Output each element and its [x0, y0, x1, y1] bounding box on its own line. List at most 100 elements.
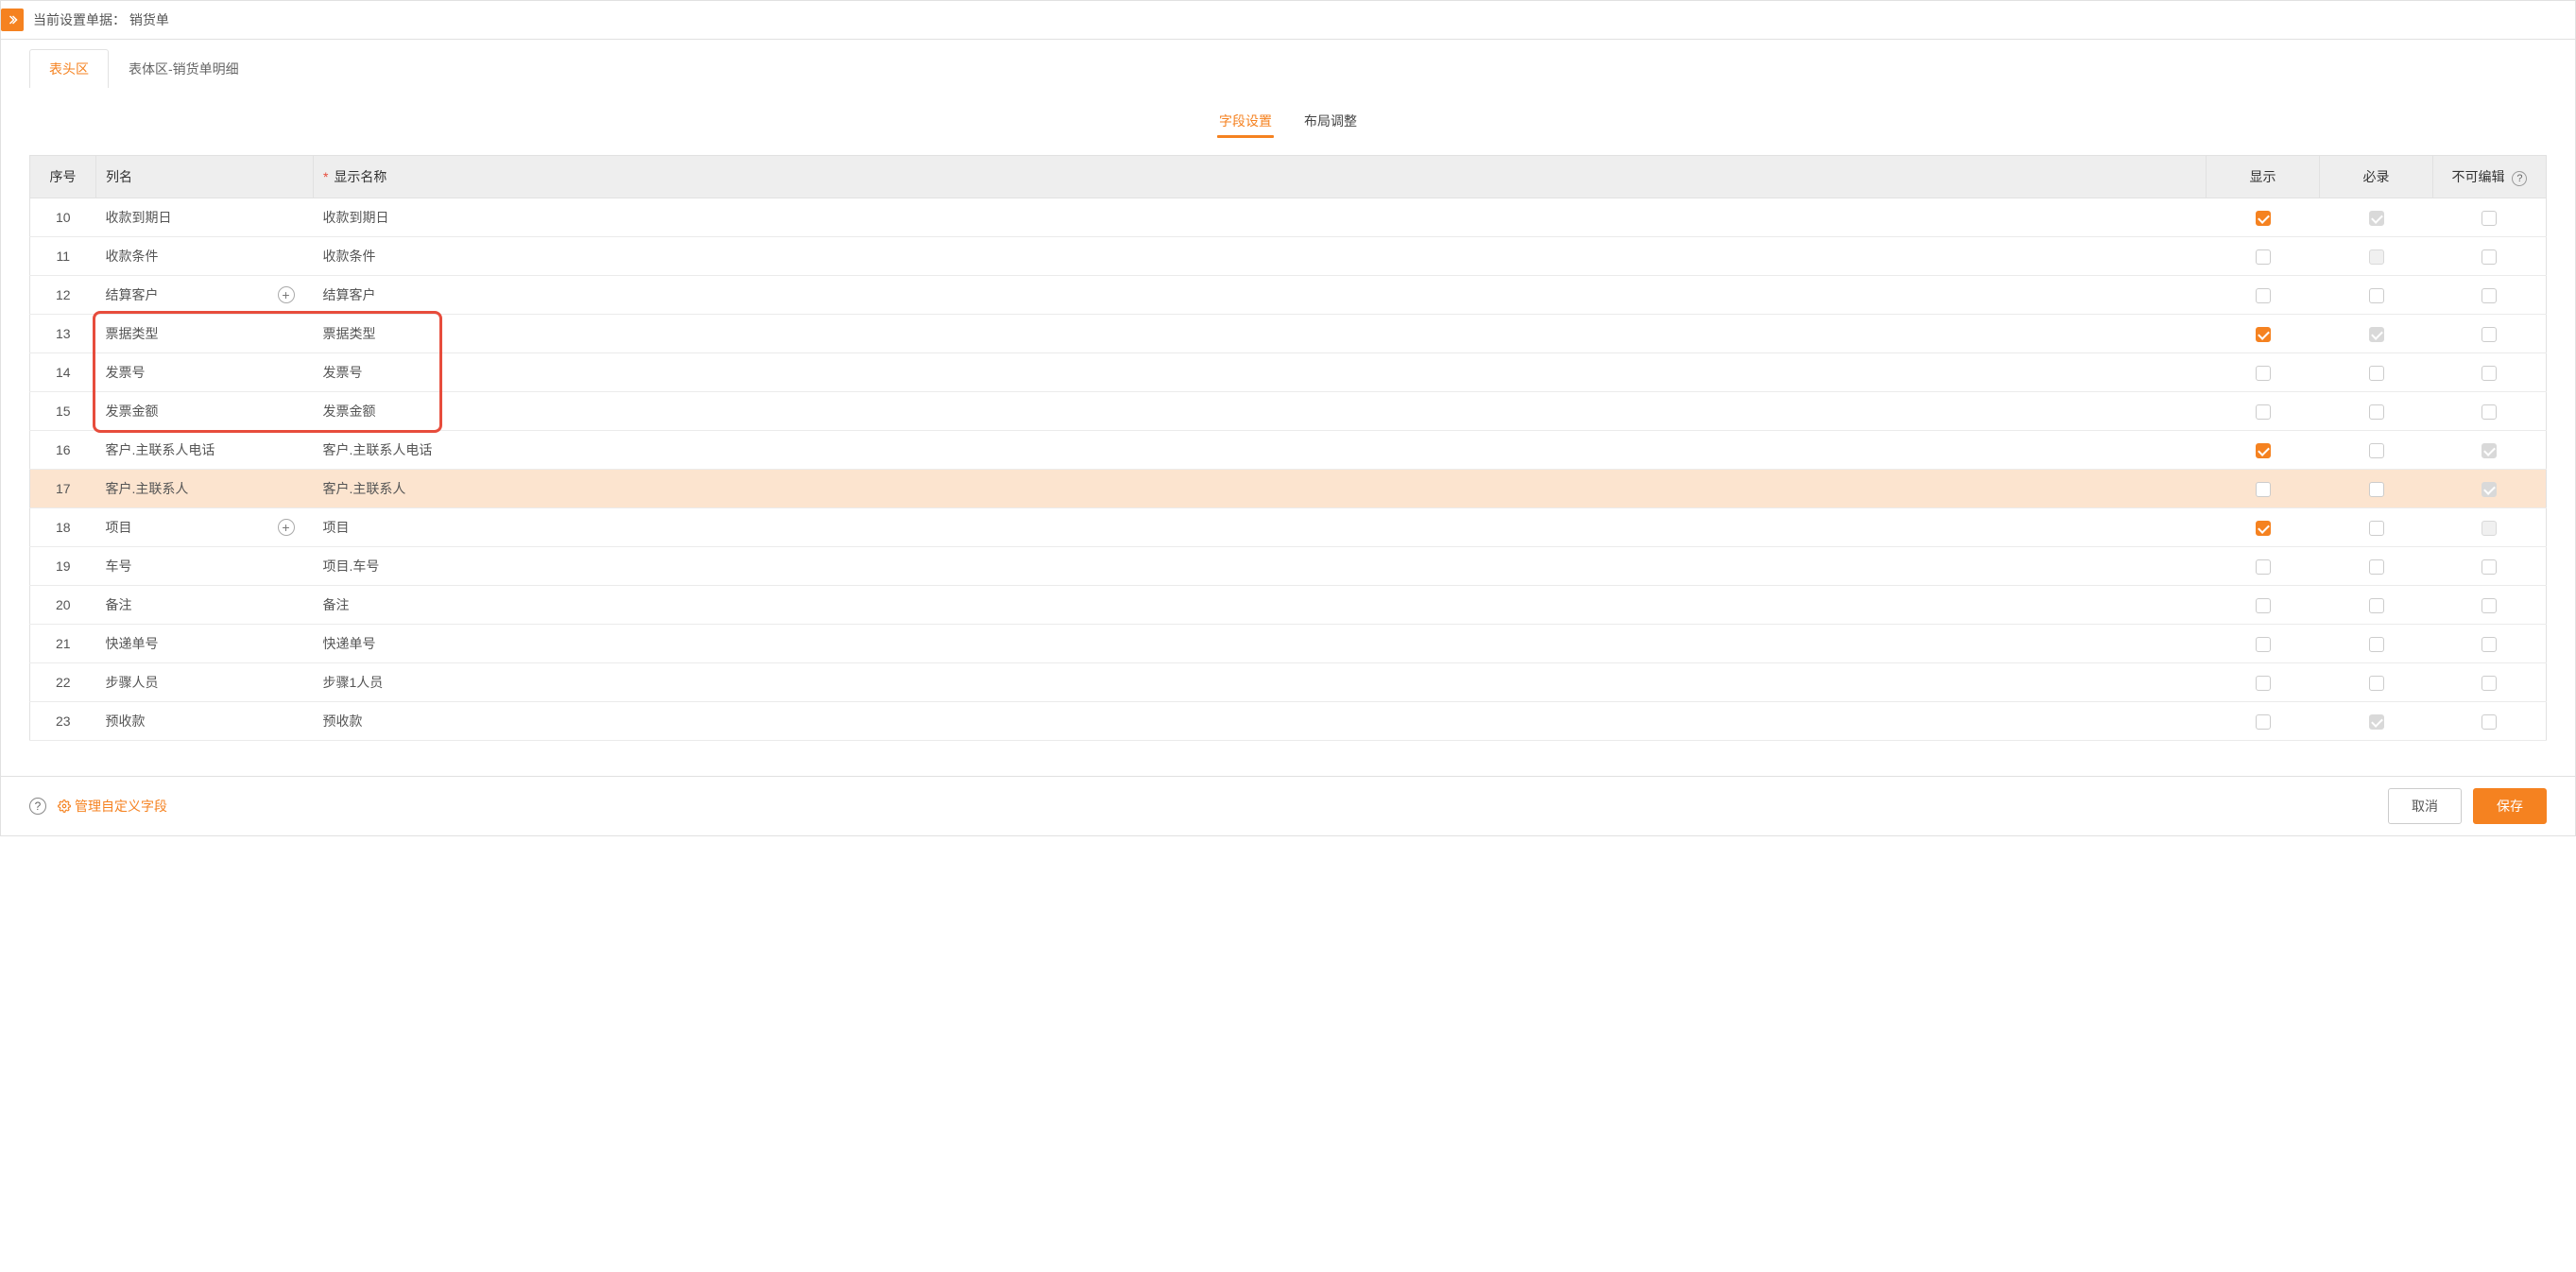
show-checkbox[interactable]: [2256, 559, 2271, 575]
row-name-cell: 快递单号: [96, 625, 314, 663]
top-tab-1[interactable]: 表体区-销货单明细: [109, 49, 259, 88]
row-name-cell: 步骤人员: [96, 663, 314, 702]
show-checkbox[interactable]: [2256, 288, 2271, 303]
row-display-name[interactable]: 项目.车号: [314, 547, 2207, 586]
row-display-name[interactable]: 备注: [314, 586, 2207, 625]
row-index: 21: [30, 625, 96, 663]
required-checkbox[interactable]: [2369, 598, 2384, 613]
required-checkbox[interactable]: [2369, 404, 2384, 420]
row-required-cell: [2320, 315, 2433, 353]
row-locked-cell: [2433, 198, 2547, 237]
table-row: 10收款到期日收款到期日: [30, 198, 2547, 237]
locked-checkbox[interactable]: [2482, 559, 2497, 575]
row-locked-cell: [2433, 237, 2547, 276]
row-name-cell: 项目+: [96, 508, 314, 547]
row-display-name[interactable]: 结算客户: [314, 276, 2207, 315]
show-checkbox[interactable]: [2256, 482, 2271, 497]
required-checkbox[interactable]: [2369, 559, 2384, 575]
row-name-cell: 预收款: [96, 702, 314, 741]
th-required: 必录: [2320, 156, 2433, 198]
row-name: 步骤人员: [106, 673, 159, 692]
row-display-name[interactable]: 收款条件: [314, 237, 2207, 276]
row-name: 发票金额: [106, 402, 159, 421]
show-checkbox[interactable]: [2256, 211, 2271, 226]
row-show-cell: [2207, 702, 2320, 741]
locked-checkbox[interactable]: [2482, 288, 2497, 303]
content-area: 字段设置布局调整 序号 列名 * 显示名称 显示 必录 不可编辑: [1, 87, 2575, 835]
show-checkbox[interactable]: [2256, 598, 2271, 613]
show-checkbox[interactable]: [2256, 404, 2271, 420]
row-locked-cell: [2433, 547, 2547, 586]
required-checkbox[interactable]: [2369, 443, 2384, 458]
sub-tab-1[interactable]: 布局调整: [1302, 106, 1359, 136]
locked-checkbox[interactable]: [2482, 637, 2497, 652]
row-name-cell: 收款到期日: [96, 198, 314, 237]
show-checkbox[interactable]: [2256, 637, 2271, 652]
locked-checkbox[interactable]: [2482, 211, 2497, 226]
locked-checkbox[interactable]: [2482, 366, 2497, 381]
row-display-name[interactable]: 快递单号: [314, 625, 2207, 663]
top-tab-0[interactable]: 表头区: [29, 49, 109, 88]
row-index: 17: [30, 470, 96, 508]
show-checkbox[interactable]: [2256, 366, 2271, 381]
row-display-name[interactable]: 客户.主联系人电话: [314, 431, 2207, 470]
row-locked-cell: [2433, 315, 2547, 353]
locked-checkbox[interactable]: [2482, 327, 2497, 342]
locked-checkbox[interactable]: [2482, 598, 2497, 613]
required-checkbox[interactable]: [2369, 366, 2384, 381]
row-name: 预收款: [106, 712, 146, 731]
row-index: 16: [30, 431, 96, 470]
required-checkbox[interactable]: [2369, 637, 2384, 652]
save-button[interactable]: 保存: [2473, 788, 2547, 824]
row-index: 13: [30, 315, 96, 353]
row-display-name[interactable]: 预收款: [314, 702, 2207, 741]
help-icon[interactable]: ?: [2512, 171, 2527, 186]
required-checkbox[interactable]: [2369, 521, 2384, 536]
locked-checkbox[interactable]: [2482, 249, 2497, 265]
row-name: 票据类型: [106, 324, 159, 343]
row-display-name[interactable]: 发票金额: [314, 392, 2207, 431]
show-checkbox[interactable]: [2256, 521, 2271, 536]
th-index: 序号: [30, 156, 96, 198]
show-checkbox[interactable]: [2256, 327, 2271, 342]
locked-checkbox[interactable]: [2482, 676, 2497, 691]
row-required-cell: [2320, 663, 2433, 702]
row-index: 18: [30, 508, 96, 547]
required-checkbox: [2369, 714, 2384, 730]
required-checkbox[interactable]: [2369, 676, 2384, 691]
row-show-cell: [2207, 586, 2320, 625]
plus-icon[interactable]: +: [278, 519, 295, 536]
row-show-cell: [2207, 198, 2320, 237]
row-display-name[interactable]: 客户.主联系人: [314, 470, 2207, 508]
th-locked: 不可编辑 ?: [2433, 156, 2547, 198]
table-row: 20备注备注: [30, 586, 2547, 625]
required-checkbox[interactable]: [2369, 482, 2384, 497]
cancel-button[interactable]: 取消: [2388, 788, 2462, 824]
row-display-name[interactable]: 项目: [314, 508, 2207, 547]
locked-checkbox[interactable]: [2482, 404, 2497, 420]
manage-custom-fields-link[interactable]: 管理自定义字段: [58, 797, 167, 816]
row-show-cell: [2207, 625, 2320, 663]
row-index: 12: [30, 276, 96, 315]
expand-button[interactable]: [1, 9, 24, 31]
th-show: 显示: [2207, 156, 2320, 198]
sub-tabs: 字段设置布局调整: [29, 87, 2547, 155]
show-checkbox[interactable]: [2256, 443, 2271, 458]
question-icon[interactable]: ?: [29, 798, 46, 815]
row-required-cell: [2320, 470, 2433, 508]
show-checkbox[interactable]: [2256, 714, 2271, 730]
row-display-name[interactable]: 步骤1人员: [314, 663, 2207, 702]
row-display-name[interactable]: 票据类型: [314, 315, 2207, 353]
show-checkbox[interactable]: [2256, 249, 2271, 265]
required-checkbox[interactable]: [2369, 288, 2384, 303]
show-checkbox[interactable]: [2256, 676, 2271, 691]
row-locked-cell: [2433, 625, 2547, 663]
sub-tab-0[interactable]: 字段设置: [1217, 106, 1274, 136]
row-show-cell: [2207, 470, 2320, 508]
row-display-name[interactable]: 发票号: [314, 353, 2207, 392]
row-name-cell: 备注: [96, 586, 314, 625]
row-display-name[interactable]: 收款到期日: [314, 198, 2207, 237]
plus-icon[interactable]: +: [278, 286, 295, 303]
row-name-cell: 发票号: [96, 353, 314, 392]
locked-checkbox[interactable]: [2482, 714, 2497, 730]
